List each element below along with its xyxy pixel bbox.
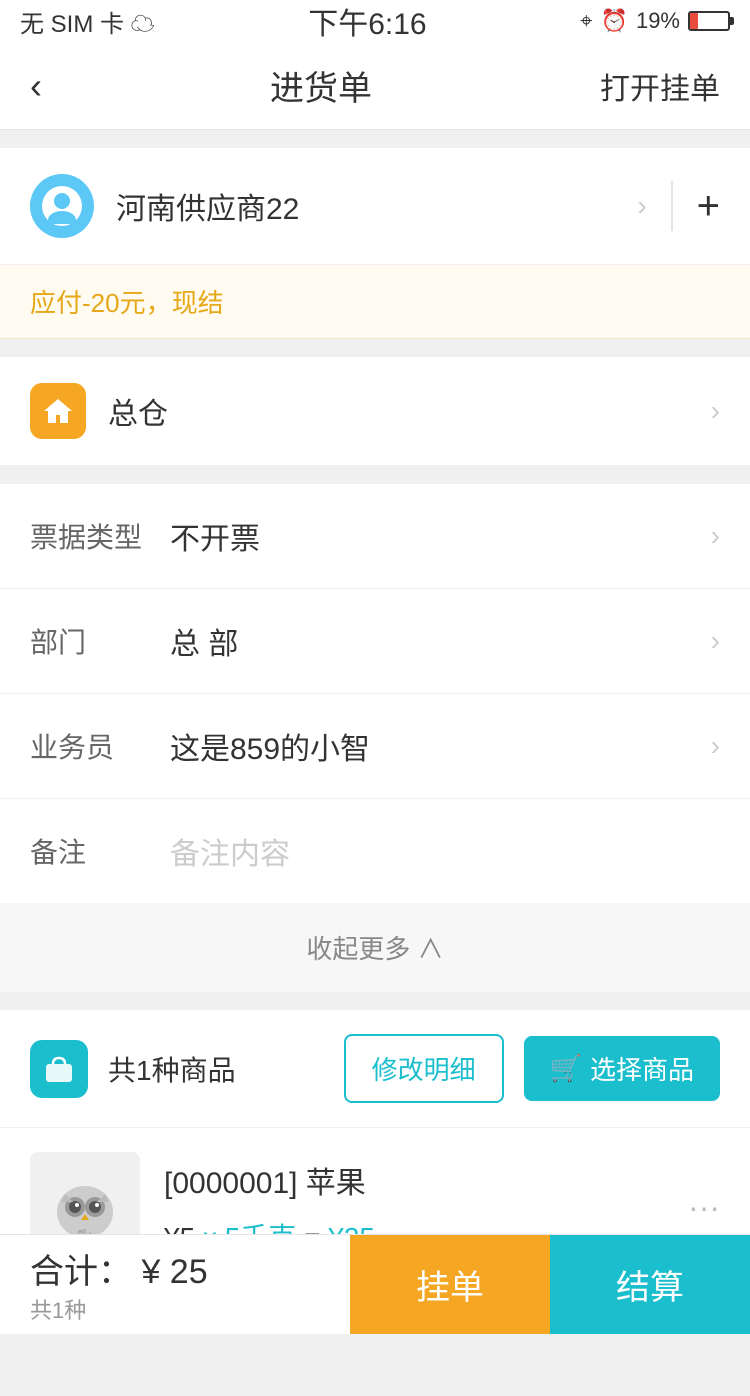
supplier-row[interactable]: 河南供应商22 › + bbox=[0, 148, 750, 265]
product-count-label: 共1种商品 bbox=[108, 1049, 324, 1089]
department-label: 部门 bbox=[30, 621, 150, 661]
open-hang-button[interactable]: 打开挂单 bbox=[600, 64, 720, 108]
add-button[interactable]: + bbox=[697, 184, 720, 229]
nav-bar: ‹ 进货单 打开挂单 bbox=[0, 42, 750, 130]
product-name: [0000001] 苹果 bbox=[164, 1158, 664, 1202]
ticket-type-value: 不开票 bbox=[170, 514, 711, 558]
salesperson-chevron-icon: › bbox=[711, 730, 720, 762]
total-section: 合计： ¥ 25 共1种 bbox=[0, 1235, 350, 1334]
total-label: 合计： bbox=[30, 1253, 132, 1291]
avatar-inner bbox=[42, 186, 82, 226]
payment-notice: 应付-20元，现结 bbox=[0, 265, 750, 339]
department-chevron-icon: › bbox=[711, 625, 720, 657]
bottom-bar: 合计： ¥ 25 共1种 挂单 结算 bbox=[0, 1234, 750, 1334]
warehouse-name: 总仓 bbox=[108, 389, 711, 433]
bag-icon bbox=[42, 1054, 76, 1084]
status-right: ⌖ ⏰ 19% bbox=[580, 8, 730, 34]
ticket-chevron-icon: › bbox=[711, 520, 720, 552]
alarm-icon: ⏰ bbox=[601, 8, 628, 34]
ticket-type-row[interactable]: 票据类型 不开票 › bbox=[0, 483, 750, 588]
salesperson-row[interactable]: 业务员 这是859的小智 › bbox=[0, 693, 750, 798]
warehouse-section: 总仓 › bbox=[0, 357, 750, 465]
status-time: 下午6:16 bbox=[308, 0, 426, 43]
status-bar: 无 SIM 卡 ☁ 下午6:16 ⌖ ⏰ 19% bbox=[0, 0, 750, 42]
divider-2 bbox=[0, 339, 750, 357]
home-icon bbox=[42, 395, 74, 427]
more-options-button[interactable]: ··· bbox=[688, 1189, 720, 1226]
department-value: 总 部 bbox=[170, 619, 711, 663]
remark-input[interactable]: 备注内容 bbox=[170, 829, 720, 873]
sim-label: 无 SIM 卡 ☁ bbox=[20, 4, 155, 39]
page-title: 进货单 bbox=[270, 61, 372, 110]
supplier-chevron-icon: › bbox=[637, 190, 646, 222]
warehouse-row[interactable]: 总仓 › bbox=[0, 357, 750, 465]
warehouse-chevron-icon: › bbox=[711, 395, 720, 427]
divider-4 bbox=[0, 992, 750, 1010]
cart-icon: 🛒 bbox=[550, 1053, 582, 1084]
department-row[interactable]: 部门 总 部 › bbox=[0, 588, 750, 693]
battery-percent: 19% bbox=[636, 8, 680, 34]
edit-detail-button[interactable]: 修改明细 bbox=[344, 1034, 504, 1103]
product-section-icon bbox=[30, 1040, 88, 1098]
select-product-button[interactable]: 🛒 选择商品 bbox=[524, 1036, 720, 1101]
total-count: 共1种 bbox=[30, 1293, 320, 1325]
salesperson-value: 这是859的小智 bbox=[170, 724, 711, 768]
supplier-avatar bbox=[30, 174, 94, 238]
salesperson-label: 业务员 bbox=[30, 726, 150, 766]
supplier-name: 河南供应商22 bbox=[116, 184, 637, 228]
supplier-divider bbox=[671, 181, 673, 231]
warehouse-icon bbox=[30, 383, 86, 439]
back-button[interactable]: ‹ bbox=[30, 65, 42, 107]
location-icon: ⌖ bbox=[580, 8, 592, 34]
supplier-section: 河南供应商22 › + 应付-20元，现结 bbox=[0, 148, 750, 339]
hang-order-button[interactable]: 挂单 bbox=[350, 1235, 550, 1334]
person-icon bbox=[44, 188, 80, 224]
divider-3 bbox=[0, 465, 750, 483]
total-amount: 合计： ¥ 25 bbox=[30, 1244, 320, 1293]
battery-icon bbox=[688, 11, 730, 31]
ticket-type-label: 票据类型 bbox=[30, 516, 150, 556]
total-value: ¥ 25 bbox=[141, 1253, 207, 1291]
owl-logo: 督+ bbox=[45, 1172, 125, 1242]
collapse-button[interactable]: 收起更多 ∧ bbox=[0, 903, 750, 992]
status-left: 无 SIM 卡 ☁ bbox=[20, 4, 155, 39]
remark-row[interactable]: 备注 备注内容 bbox=[0, 798, 750, 903]
checkout-button[interactable]: 结算 bbox=[550, 1235, 750, 1334]
form-section: 票据类型 不开票 › 部门 总 部 › 业务员 这是859的小智 › 备注 备注… bbox=[0, 483, 750, 903]
divider-1 bbox=[0, 130, 750, 148]
remark-label: 备注 bbox=[30, 831, 150, 871]
product-header: 共1种商品 修改明细 🛒 选择商品 bbox=[0, 1010, 750, 1127]
